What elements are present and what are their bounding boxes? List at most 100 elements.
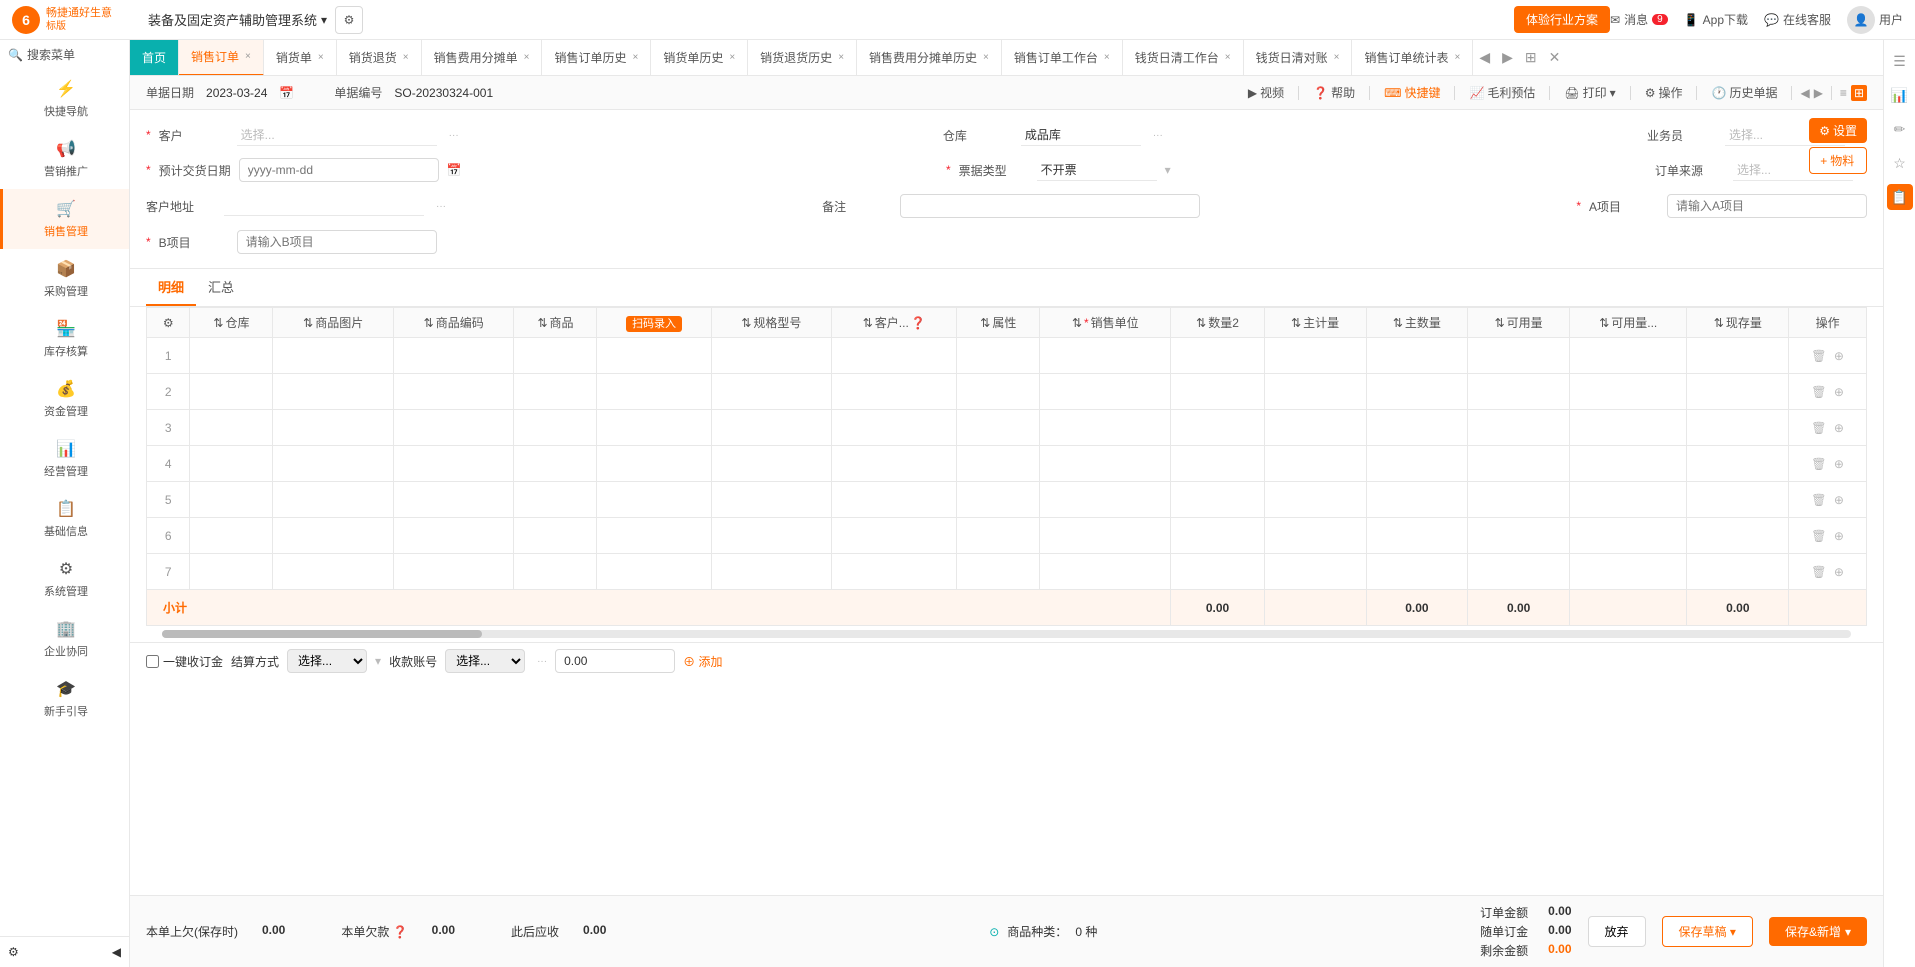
sidebar-settings-icon[interactable]: ⚙ (8, 945, 19, 959)
add-product-button[interactable]: + 物料 (1809, 147, 1867, 174)
tab-sales-invoice[interactable]: 销货单 × (264, 40, 337, 76)
b-project-input[interactable] (237, 230, 437, 254)
tab-sales-stats[interactable]: 销售订单统计表 × (1352, 40, 1473, 76)
tab-close-icon[interactable]: × (1334, 52, 1340, 63)
th-warehouse[interactable]: ⇅ 仓库 (190, 308, 273, 338)
tab-close-icon[interactable]: × (524, 52, 530, 63)
view-button[interactable]: ▶ 视频 (1242, 82, 1290, 103)
sub-tab-summary[interactable]: 汇总 (196, 269, 246, 306)
tab-close-icon[interactable]: × (245, 51, 251, 62)
row-qty2[interactable] (1171, 338, 1264, 374)
history-button[interactable]: 🕐 历史单据 (1705, 82, 1783, 103)
tab-return-history[interactable]: 销货退货历史 × (748, 40, 857, 76)
tab-close-icon[interactable]: × (318, 52, 324, 63)
right-icon-5[interactable]: 📋 (1887, 184, 1913, 210)
delete-row-icon[interactable]: 🗑 (1811, 385, 1826, 399)
bank-account-select[interactable]: 选择... (445, 649, 525, 673)
row-product[interactable] (514, 338, 597, 374)
tab-sales-return[interactable]: 销货退货 × (337, 40, 422, 76)
row-stock[interactable] (1687, 338, 1789, 374)
right-icon-4[interactable]: ☆ (1887, 150, 1913, 176)
copy-row-icon[interactable]: ⊕ (1834, 457, 1844, 471)
sidebar-item-inventory[interactable]: 🏪 库存核算 (0, 309, 129, 369)
right-icon-2[interactable]: 📊 (1887, 82, 1913, 108)
sidebar-item-enterprise[interactable]: 🏢 企业协同 (0, 609, 129, 669)
warehouse-input[interactable]: 成品库 (1021, 124, 1141, 146)
row-image[interactable] (273, 338, 394, 374)
sidebar-item-marketing[interactable]: 📢 营销推广 (0, 129, 129, 189)
user-button[interactable]: 👤 用户 (1847, 6, 1903, 34)
prev-record-btn[interactable]: ◀ (1800, 86, 1809, 100)
th-scan[interactable]: 扫码录入 (597, 308, 711, 338)
sidebar-item-quick-nav[interactable]: ⚡ 快捷导航 (0, 69, 129, 129)
next-record-btn[interactable]: ▶ (1814, 86, 1823, 100)
tab-sales-order-history[interactable]: 销售订单历史 × (542, 40, 651, 76)
tab-order-workbench[interactable]: 销售订单工作台 × (1002, 40, 1123, 76)
operation-button[interactable]: ⚙ 操作 (1639, 82, 1689, 103)
invoice-type-select[interactable]: 不开票 (1037, 159, 1157, 181)
row-code[interactable] (393, 338, 514, 374)
save-draft-button[interactable]: 保存草稿 ▾ (1662, 916, 1753, 947)
sidebar-item-sales[interactable]: 🛒 销售管理 (0, 189, 129, 249)
tab-close-icon[interactable]: × (983, 52, 989, 63)
right-icon-1[interactable]: ☰ (1887, 48, 1913, 74)
copy-row-icon[interactable]: ⊕ (1834, 565, 1844, 579)
tab-more-btn[interactable]: ⊞ (1519, 49, 1543, 66)
tab-close-icon[interactable]: × (729, 52, 735, 63)
bank-more-icon[interactable]: ··· (537, 656, 547, 667)
a-project-input[interactable] (1667, 194, 1867, 218)
tab-prev-btn[interactable]: ◀ (1473, 49, 1496, 66)
help-button[interactable]: ❓ 帮助 (1307, 82, 1361, 103)
sidebar-collapse-icon[interactable]: ◀ (112, 945, 121, 959)
tab-next-btn[interactable]: ▶ (1496, 49, 1519, 66)
settings-button[interactable]: ⚙ 设置 (1809, 118, 1867, 143)
tab-close-icon[interactable]: × (1454, 52, 1460, 63)
delete-row-icon[interactable]: 🗑 (1811, 493, 1826, 507)
sidebar-item-finance[interactable]: 💰 资金管理 (0, 369, 129, 429)
tab-sales-order[interactable]: 销售订单 × (179, 40, 264, 76)
sidebar-item-operation[interactable]: 📊 经营管理 (0, 429, 129, 489)
address-more-icon[interactable]: ··· (436, 201, 446, 212)
copy-row-icon[interactable]: ⊕ (1834, 421, 1844, 435)
row-available2[interactable] (1570, 338, 1687, 374)
app-download-button[interactable]: 📱 App下载 (1684, 11, 1748, 28)
tab-close-icon[interactable]: × (838, 52, 844, 63)
tab-cash-reconcile[interactable]: 钱货日清对账 × (1244, 40, 1353, 76)
payment-method-select[interactable]: 选择... (287, 649, 367, 673)
sidebar-search[interactable]: 🔍 搜索菜单 (0, 40, 129, 69)
sidebar-item-purchase[interactable]: 📦 采购管理 (0, 249, 129, 309)
row-spec[interactable] (711, 338, 832, 374)
sidebar-item-base-info[interactable]: 📋 基础信息 (0, 489, 129, 549)
delete-row-icon[interactable]: 🗑 (1811, 565, 1826, 579)
discard-button[interactable]: 放弃 (1588, 916, 1646, 947)
th-settings[interactable]: ⚙ (147, 308, 190, 338)
sidebar-item-guide[interactable]: 🎓 新手引导 (0, 669, 129, 729)
one-click-checkbox[interactable] (146, 655, 159, 668)
shortcut-button[interactable]: ⌨ 快捷键 (1378, 82, 1446, 103)
sidebar-item-system[interactable]: ⚙ 系统管理 (0, 549, 129, 609)
scrollbar-track[interactable] (162, 630, 1851, 638)
print-button[interactable]: 🖨 打印 ▾ (1558, 82, 1621, 103)
calendar-icon[interactable]: 📅 (279, 86, 294, 100)
save-new-button[interactable]: 保存&新增 ▾ (1769, 917, 1867, 946)
message-button[interactable]: ✉ 消息 9 (1610, 11, 1668, 28)
row-warehouse[interactable] (190, 338, 273, 374)
tab-close-icon[interactable]: × (403, 52, 409, 63)
copy-row-icon[interactable]: ⊕ (1834, 385, 1844, 399)
tab-close-all-btn[interactable]: ✕ (1543, 49, 1567, 66)
copy-row-icon[interactable]: ⊕ (1834, 493, 1844, 507)
tab-fee-history[interactable]: 销售费用分摊单历史 × (857, 40, 1002, 76)
tab-close-icon[interactable]: × (632, 52, 638, 63)
delete-row-icon[interactable]: 🗑 (1811, 421, 1826, 435)
delete-row-icon[interactable]: 🗑 (1811, 457, 1826, 471)
row-available[interactable] (1468, 338, 1570, 374)
customer-address-input[interactable] (224, 196, 424, 216)
tab-invoice-history[interactable]: 销货单历史 × (651, 40, 748, 76)
right-icon-3[interactable]: ✏ (1887, 116, 1913, 142)
tab-home[interactable]: 首页 (130, 40, 179, 76)
grid-view-icon[interactable]: ≡ (1840, 86, 1847, 100)
copy-row-icon[interactable]: ⊕ (1834, 529, 1844, 543)
tab-cash-workbench[interactable]: 钱货日清工作台 × (1123, 40, 1244, 76)
solution-button[interactable]: 体验行业方案 (1514, 6, 1610, 33)
copy-row-icon[interactable]: ⊕ (1834, 349, 1844, 363)
